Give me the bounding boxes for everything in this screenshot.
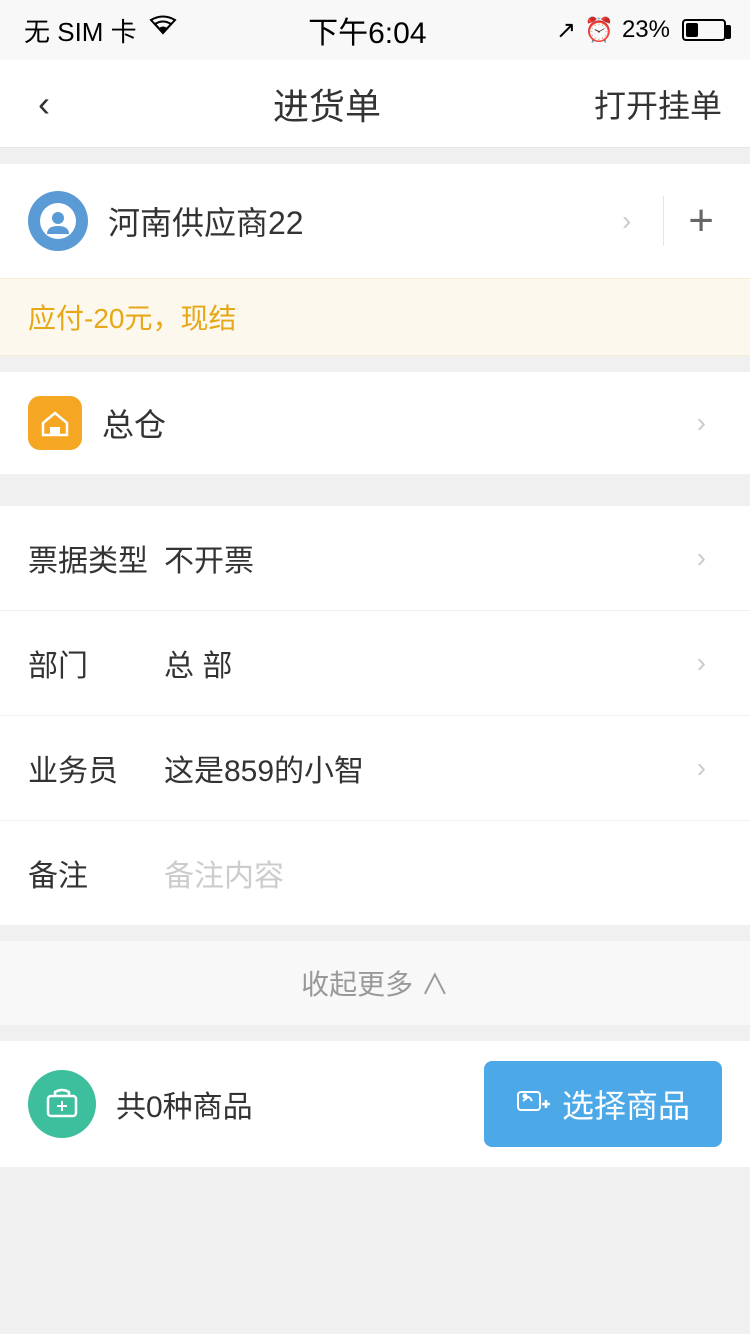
- invoice-row[interactable]: 票据类型 不开票 ›: [0, 506, 750, 611]
- page-title: 进货单: [273, 78, 381, 130]
- bottom-bar: 共0种商品 选择商品: [0, 1041, 750, 1167]
- middle-divider2: [0, 474, 750, 490]
- remark-row[interactable]: 备注 备注内容: [0, 821, 750, 925]
- wifi-icon: [147, 15, 179, 46]
- warehouse-section: 总仓 ›: [0, 372, 750, 474]
- middle-divider1: [0, 356, 750, 372]
- vertical-divider: [663, 196, 664, 246]
- status-right: ↗ ⏰ 23%: [556, 16, 726, 45]
- collapse-label: 收起更多 ∧: [301, 963, 449, 1003]
- select-product-button[interactable]: 选择商品: [484, 1061, 722, 1147]
- invoice-chevron-icon: ›: [697, 542, 706, 574]
- invoice-value: 不开票: [164, 536, 697, 580]
- status-bar: 无 SIM 卡 下午6:04 ↗ ⏰ 23%: [0, 0, 750, 60]
- back-button[interactable]: ‹: [28, 73, 60, 135]
- dept-value: 总 部: [164, 641, 697, 685]
- carrier-text: 无 SIM 卡: [24, 12, 137, 49]
- dept-chevron-icon: ›: [697, 647, 706, 679]
- supplier-chevron-icon: ›: [622, 205, 631, 237]
- supplier-name: 河南供应商22: [108, 198, 622, 244]
- dept-label: 部门: [28, 641, 148, 685]
- notice-banner: 应付-20元，现结: [0, 278, 750, 356]
- invoice-label: 票据类型: [28, 536, 148, 580]
- sales-value: 这是859的小智: [164, 746, 697, 790]
- status-left: 无 SIM 卡: [24, 12, 179, 49]
- product-icon-wrap: [28, 1070, 96, 1138]
- add-supplier-button[interactable]: +: [680, 188, 722, 254]
- page-container: 无 SIM 卡 下午6:04 ↗ ⏰ 23% ‹ 进货单 打开挂单: [0, 0, 750, 1334]
- supplier-avatar: [28, 191, 88, 251]
- battery-percentage: 23%: [622, 16, 670, 44]
- select-product-label: 选择商品: [562, 1081, 690, 1127]
- sales-row[interactable]: 业务员 这是859的小智 ›: [0, 716, 750, 821]
- sales-chevron-icon: ›: [697, 752, 706, 784]
- open-pending-button[interactable]: 打开挂单: [594, 81, 722, 127]
- avatar-inner: [40, 203, 76, 239]
- warehouse-row[interactable]: 总仓 ›: [0, 372, 750, 474]
- remark-input[interactable]: 备注内容: [164, 851, 722, 895]
- top-divider: [0, 148, 750, 164]
- sales-label: 业务员: [28, 746, 148, 790]
- battery-icon: [682, 19, 726, 41]
- notice-text: 应付-20元，现结: [28, 303, 236, 334]
- warehouse-label: 总仓: [102, 400, 697, 446]
- warehouse-chevron-icon: ›: [697, 407, 706, 439]
- status-time: 下午6:04: [308, 8, 426, 52]
- warehouse-icon: [28, 396, 82, 450]
- dept-row[interactable]: 部门 总 部 ›: [0, 611, 750, 716]
- supplier-section: 河南供应商22 › + 应付-20元，现结: [0, 164, 750, 356]
- product-count: 共0种商品: [116, 1082, 484, 1126]
- form-section: 票据类型 不开票 › 部门 总 部 › 业务员 这是859的小智 › 备注 备注…: [0, 506, 750, 925]
- location-icon: ↗: [556, 16, 576, 45]
- nav-bar: ‹ 进货单 打开挂单: [0, 60, 750, 148]
- remark-label: 备注: [28, 851, 148, 895]
- supplier-row[interactable]: 河南供应商22 › +: [0, 164, 750, 278]
- alarm-icon: ⏰: [584, 16, 614, 45]
- collapse-button[interactable]: 收起更多 ∧: [0, 941, 750, 1025]
